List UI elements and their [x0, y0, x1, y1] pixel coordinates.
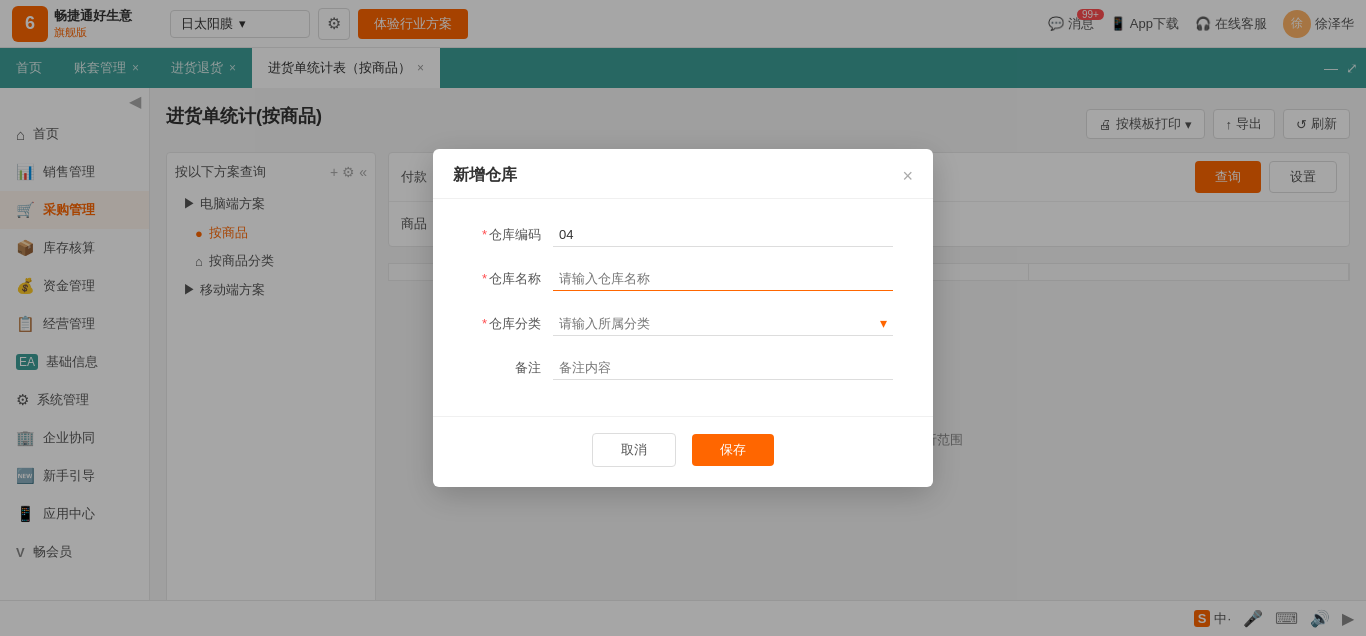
form-row-remark: 备注 — [473, 356, 893, 380]
category-label: 仓库分类 — [473, 315, 553, 333]
save-button[interactable]: 保存 — [692, 434, 774, 466]
cancel-button[interactable]: 取消 — [592, 433, 676, 467]
remark-label: 备注 — [473, 359, 553, 377]
modal-body: 仓库编码 仓库名称 仓库分类 ▾ 备注 — [433, 199, 933, 416]
name-label: 仓库名称 — [473, 270, 553, 288]
modal-title: 新增仓库 — [453, 165, 517, 186]
remark-input[interactable] — [553, 356, 893, 380]
form-row-code: 仓库编码 — [473, 223, 893, 247]
modal-header: 新增仓库 × — [433, 149, 933, 199]
code-input[interactable] — [553, 223, 893, 247]
modal-overlay[interactable]: 新增仓库 × 仓库编码 仓库名称 仓库分类 ▾ — [0, 0, 1366, 636]
category-dropdown-icon: ▾ — [880, 315, 887, 331]
name-input[interactable] — [553, 267, 893, 291]
category-select[interactable]: ▾ — [553, 311, 893, 336]
category-input[interactable] — [559, 316, 876, 331]
modal-footer: 取消 保存 — [433, 416, 933, 487]
add-warehouse-modal: 新增仓库 × 仓库编码 仓库名称 仓库分类 ▾ — [433, 149, 933, 487]
modal-close-btn[interactable]: × — [902, 167, 913, 185]
form-row-category: 仓库分类 ▾ — [473, 311, 893, 336]
code-label: 仓库编码 — [473, 226, 553, 244]
form-row-name: 仓库名称 — [473, 267, 893, 291]
